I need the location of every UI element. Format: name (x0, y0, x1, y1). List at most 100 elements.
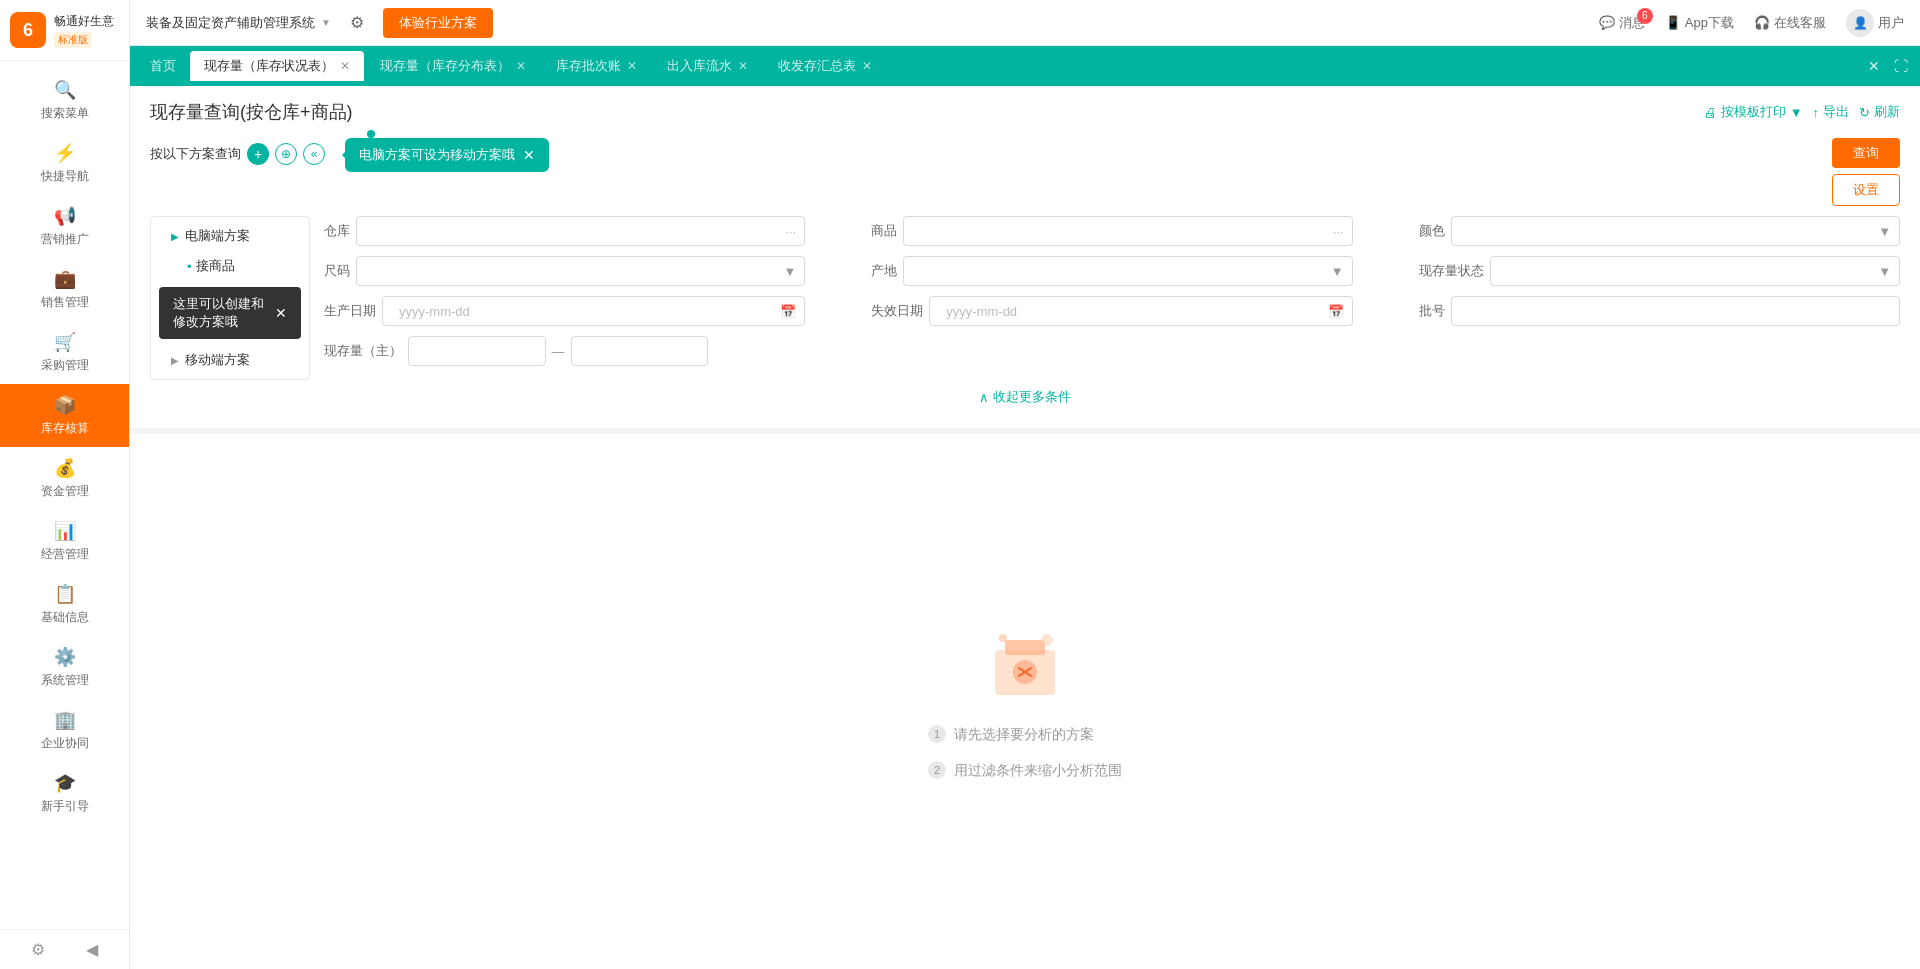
tab-receive-summary[interactable]: 收发存汇总表 ✕ (764, 51, 886, 81)
tab-batch-account[interactable]: 库存批次账 ✕ (542, 51, 651, 81)
sidebar-item-sales[interactable]: 💼 销售管理 (0, 258, 129, 321)
notification-badge: 6 (1637, 8, 1653, 24)
tab-home[interactable]: 首页 (138, 51, 188, 81)
sidebar-item-search-menu[interactable]: 🔍 搜索菜单 (0, 69, 129, 132)
print-btn[interactable]: 🖨 按模板打印 ▼ (1704, 103, 1803, 121)
tooltip-desktop-scheme: 电脑方案可设为移动方案哦 ✕ (345, 138, 549, 172)
tab-label: 收发存汇总表 (778, 57, 856, 75)
tooltip2-text: 这里可以创建和修改方案哦 (173, 295, 267, 331)
sidebar-item-finance[interactable]: 💰 资金管理 (0, 447, 129, 510)
prod-date-label: 生产日期 (324, 302, 376, 320)
header-right: 💬 消息 6 📱 App下载 🎧 在线客服 👤 用户 (1599, 9, 1904, 37)
prod-date-input[interactable]: 📅 (382, 296, 805, 326)
origin-label: 产地 (871, 262, 897, 280)
empty-state: 1 请先选择要分析的方案 2 用过滤条件来缩小分析范围 (130, 434, 1920, 969)
sidebar-item-label: 经营管理 (41, 546, 89, 563)
sidebar-item-operation[interactable]: 📊 经营管理 (0, 510, 129, 573)
set-btn[interactable]: 设置 (1832, 174, 1900, 206)
tab-close-icon[interactable]: ✕ (862, 59, 872, 73)
color-select[interactable]: ▼ (1451, 216, 1900, 246)
tab-expand-btn[interactable]: ⛶ (1890, 54, 1912, 78)
tab-close-icon[interactable]: ✕ (340, 59, 350, 73)
experience-btn[interactable]: 体验行业方案 (383, 8, 493, 38)
expiry-date-field[interactable] (938, 296, 1327, 326)
refresh-icon: ↻ (1859, 105, 1870, 120)
sidebar-item-label: 库存核算 (41, 420, 89, 437)
expand-icon: ▶ (171, 231, 179, 242)
filter-batch: 批号 (1419, 296, 1900, 326)
system-settings-btn[interactable]: ⚙ (343, 9, 371, 37)
filter-add-btn[interactable]: + (247, 143, 269, 165)
sidebar-item-purchase[interactable]: 🛒 采购管理 (0, 321, 129, 384)
sidebar-item-inventory[interactable]: 📦 库存核算 (0, 384, 129, 447)
sidebar-item-label: 销售管理 (41, 294, 89, 311)
expiry-calendar-icon[interactable]: 📅 (1328, 304, 1344, 319)
finance-icon: 💰 (54, 457, 76, 479)
size-label: 尺码 (324, 262, 350, 280)
app-download-btn[interactable]: 📱 App下载 (1665, 14, 1734, 32)
size-select[interactable]: ▼ (356, 256, 805, 286)
collapse-bar[interactable]: ∧ 收起更多条件 (150, 380, 1900, 414)
collapse-up-icon: ∧ (979, 390, 989, 405)
search-btn[interactable]: 查询 (1832, 138, 1900, 168)
tooltip1-text: 电脑方案可设为移动方案哦 (359, 146, 515, 164)
app-download-label: App下载 (1685, 14, 1734, 32)
tooltip1-close-btn[interactable]: ✕ (523, 147, 535, 163)
sidebar-item-marketing[interactable]: 📢 营销推广 (0, 195, 129, 258)
stock-main-from[interactable] (408, 336, 546, 366)
sidebar-collapse-btn[interactable]: ◀ (86, 940, 98, 959)
export-btn[interactable]: ↑ 导出 (1813, 103, 1850, 121)
step1-num: 1 (928, 725, 946, 743)
origin-select[interactable]: ▼ (903, 256, 1352, 286)
batch-input[interactable] (1451, 296, 1900, 326)
stock-main-to[interactable] (571, 336, 709, 366)
tab-in-out-flow[interactable]: 出入库流水 ✕ (653, 51, 762, 81)
system-selector[interactable]: 装备及固定资产辅助管理系统 ▼ (146, 14, 331, 32)
ellipsis-icon2: ··· (1333, 224, 1344, 239)
tab-close-all-btn[interactable]: ✕ (1864, 54, 1884, 78)
sidebar-item-basic[interactable]: 📋 基础信息 (0, 573, 129, 636)
empty-illustration (975, 620, 1075, 700)
purchase-icon: 🛒 (54, 331, 76, 353)
tab-close-icon[interactable]: ✕ (627, 59, 637, 73)
stock-status-select[interactable]: ▼ (1490, 256, 1900, 286)
sidebar-item-newbie[interactable]: 🎓 新手引导 (0, 762, 129, 825)
filter-product: 商品 ··· (871, 216, 1352, 246)
user-btn[interactable]: 👤 用户 (1846, 9, 1904, 37)
refresh-btn[interactable]: ↻ 刷新 (1859, 103, 1900, 121)
sidebar-item-enterprise[interactable]: 🏢 企业协同 (0, 699, 129, 762)
sidebar-item-label: 采购管理 (41, 357, 89, 374)
export-label: 导出 (1823, 103, 1849, 121)
sidebar-item-quick-nav[interactable]: ⚡ 快捷导航 (0, 132, 129, 195)
prod-date-field[interactable] (391, 296, 780, 326)
online-service-btn[interactable]: 🎧 在线客服 (1754, 14, 1826, 32)
warehouse-select[interactable]: ··· (356, 216, 805, 246)
filter-back-btn[interactable]: « (303, 143, 325, 165)
scheme-item-mobile[interactable]: ▶ 移动端方案 (151, 345, 309, 375)
step2-num: 2 (928, 761, 946, 779)
filter-copy-btn[interactable]: ⊕ (275, 143, 297, 165)
online-service-label: 在线客服 (1774, 14, 1826, 32)
sidebar-settings-btn[interactable]: ⚙ (31, 940, 45, 959)
svg-point-6 (999, 634, 1007, 642)
tab-close-icon[interactable]: ✕ (738, 59, 748, 73)
tab-inventory-status[interactable]: 现存量（库存状况表） ✕ (190, 51, 364, 81)
svg-point-5 (1041, 634, 1053, 646)
tab-inventory-dist[interactable]: 现存量（库存分布表） ✕ (366, 51, 540, 81)
sidebar-item-label: 企业协同 (41, 735, 89, 752)
tooltip2-close-btn[interactable]: ✕ (275, 305, 287, 321)
tab-close-icon[interactable]: ✕ (516, 59, 526, 73)
scheme-item-child[interactable]: • 接商品 (151, 251, 309, 281)
sidebar-item-system[interactable]: ⚙️ 系统管理 (0, 636, 129, 699)
scheme-item-desktop[interactable]: ▶ 电脑端方案 (151, 221, 309, 251)
tab-home-label: 首页 (150, 58, 176, 73)
operation-icon: 📊 (54, 520, 76, 542)
refresh-label: 刷新 (1874, 103, 1900, 121)
sales-icon: 💼 (54, 268, 76, 290)
tab-label: 现存量（库存状况表） (204, 57, 334, 75)
notification-btn[interactable]: 💬 消息 6 (1599, 14, 1645, 32)
color-label: 颜色 (1419, 222, 1445, 240)
calendar-icon[interactable]: 📅 (780, 304, 796, 319)
product-select[interactable]: ··· (903, 216, 1352, 246)
expiry-date-input[interactable]: 📅 (929, 296, 1352, 326)
